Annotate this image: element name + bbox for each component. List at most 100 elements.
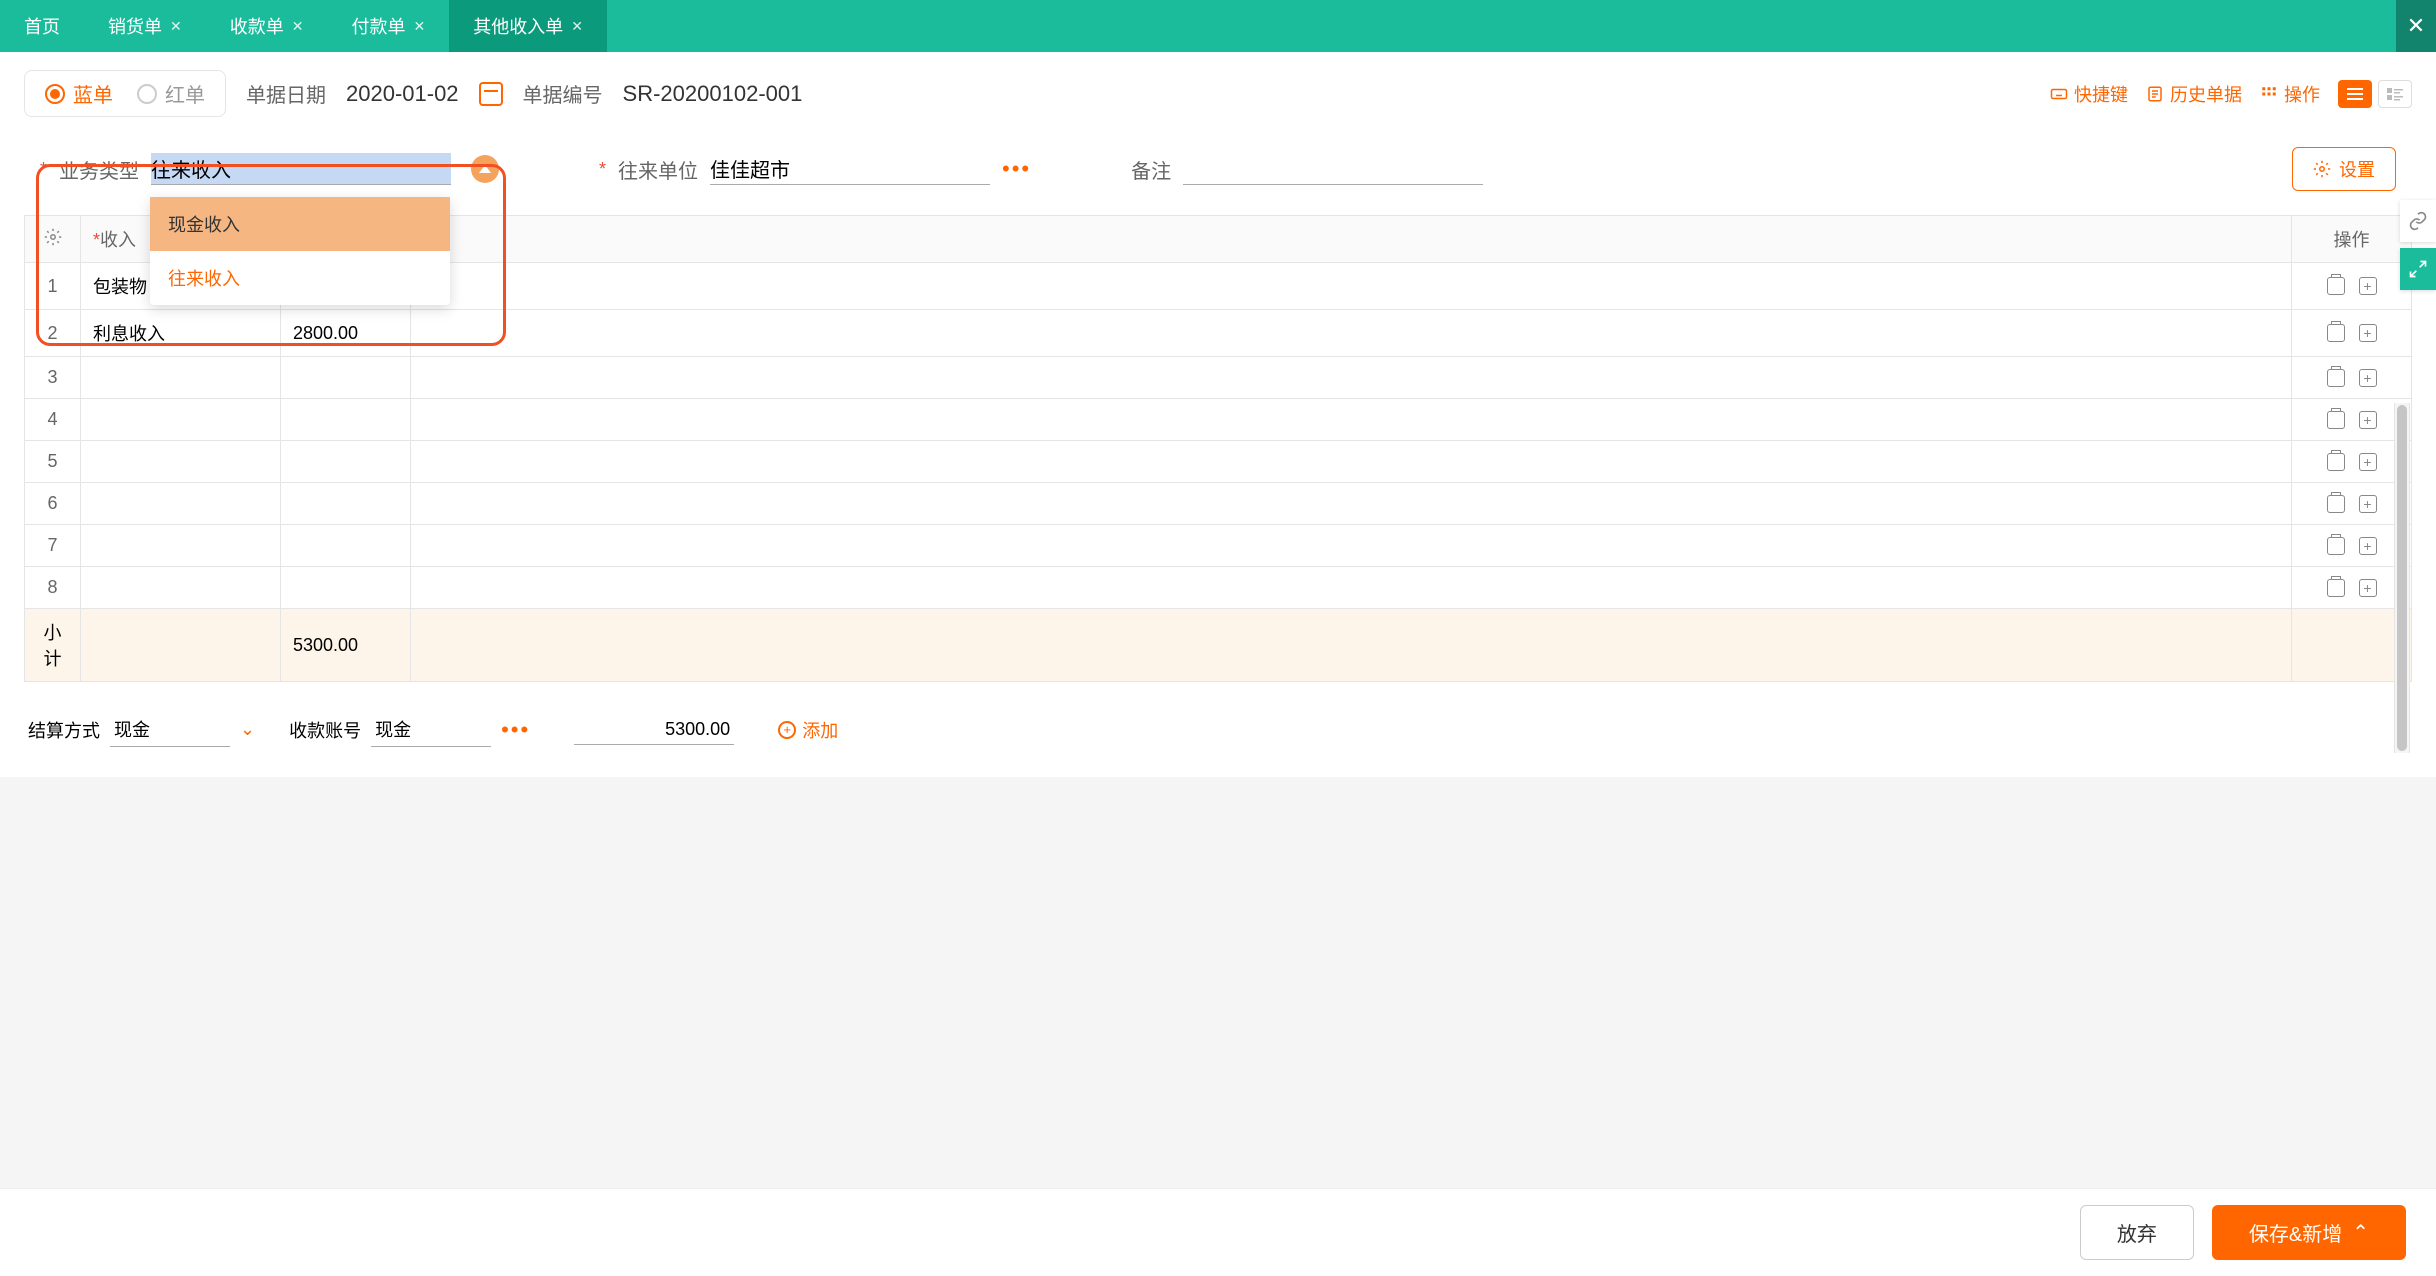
table-row[interactable]: 7 <box>25 525 2412 567</box>
tab-payment[interactable]: 付款单✕ <box>327 0 449 52</box>
code-label: 单据编号 <box>523 79 603 108</box>
close-icon[interactable]: ✕ <box>571 18 583 35</box>
save-button[interactable]: 保存&新增 ⌃ <box>2212 1205 2406 1260</box>
row-index: 6 <box>25 483 81 525</box>
delete-icon[interactable] <box>2327 453 2345 471</box>
delete-icon[interactable] <box>2327 324 2345 342</box>
row-index: 1 <box>25 263 81 310</box>
amount-cell[interactable] <box>281 483 411 525</box>
shortcut-link[interactable]: 快捷键 <box>2050 81 2128 107</box>
table-row[interactable]: 3 <box>25 357 2412 399</box>
remark-cell[interactable] <box>411 567 2292 609</box>
more-icon[interactable]: ••• <box>501 717 530 743</box>
remark-cell[interactable] <box>411 357 2292 399</box>
row-index: 5 <box>25 441 81 483</box>
delete-icon[interactable] <box>2327 411 2345 429</box>
view-list-button[interactable] <box>2338 80 2372 108</box>
method-select[interactable]: 现金 <box>110 712 230 747</box>
more-icon[interactable]: ••• <box>1002 156 1031 182</box>
tab-other-income[interactable]: 其他收入单✕ <box>449 0 607 52</box>
biz-type-input[interactable] <box>151 153 451 185</box>
add-row-icon[interactable] <box>2359 579 2377 597</box>
income-cell[interactable] <box>81 483 281 525</box>
add-row-icon[interactable] <box>2359 495 2377 513</box>
expand-tool-button[interactable] <box>2400 248 2436 290</box>
income-cell[interactable]: 利息收入 <box>81 310 281 357</box>
close-icon[interactable]: ✕ <box>413 18 425 35</box>
dropdown-option-cash[interactable]: 现金收入 <box>150 197 450 251</box>
gear-header[interactable] <box>25 216 81 263</box>
account-select[interactable]: 现金 <box>371 712 491 747</box>
tab-home[interactable]: 首页 <box>0 0 84 52</box>
remark-input[interactable] <box>1183 153 1483 185</box>
link-tool-button[interactable] <box>2400 200 2436 242</box>
add-row-icon[interactable] <box>2359 411 2377 429</box>
table-row[interactable]: 5 <box>25 441 2412 483</box>
remark-cell[interactable] <box>411 263 2292 310</box>
chevron-up-icon[interactable] <box>471 155 499 183</box>
add-row-icon[interactable] <box>2359 277 2377 295</box>
delete-icon[interactable] <box>2327 277 2345 295</box>
grid-icon <box>2260 85 2278 103</box>
table-row[interactable]: 2 利息收入 2800.00 <box>25 310 2412 357</box>
ops-link[interactable]: 操作 <box>2260 81 2320 107</box>
account-label: 收款账号 <box>289 717 361 743</box>
delete-icon[interactable] <box>2327 537 2345 555</box>
amount-cell[interactable] <box>281 441 411 483</box>
date-value[interactable]: 2020-01-02 <box>346 81 459 107</box>
row-ops <box>2292 263 2412 310</box>
calendar-icon[interactable] <box>479 82 503 106</box>
amount-cell[interactable] <box>281 399 411 441</box>
table-row[interactable]: 6 <box>25 483 2412 525</box>
chevron-down-icon[interactable]: ⌄ <box>240 719 255 740</box>
side-tools <box>2400 200 2436 290</box>
delete-icon[interactable] <box>2327 579 2345 597</box>
tab-receipt[interactable]: 收款单✕ <box>206 0 328 52</box>
delete-icon[interactable] <box>2327 369 2345 387</box>
table-row[interactable]: 4 <box>25 399 2412 441</box>
remark-field: 备注 <box>1131 153 1483 185</box>
add-row-icon[interactable] <box>2359 324 2377 342</box>
add-payment-button[interactable]: + 添加 <box>778 717 838 743</box>
partner-input[interactable] <box>710 153 990 185</box>
amount-cell[interactable]: 2800.00 <box>281 310 411 357</box>
radio-red[interactable]: 红单 <box>137 79 205 108</box>
amount-cell[interactable] <box>281 357 411 399</box>
add-row-icon[interactable] <box>2359 453 2377 471</box>
income-cell[interactable] <box>81 399 281 441</box>
delete-icon[interactable] <box>2327 495 2345 513</box>
income-cell[interactable] <box>81 357 281 399</box>
remark-cell[interactable] <box>411 483 2292 525</box>
biz-type-dropdown: 现金收入 往来收入 <box>150 197 450 305</box>
subtotal-row: 小计 5300.00 <box>25 609 2412 682</box>
income-cell[interactable] <box>81 441 281 483</box>
settings-button[interactable]: 设置 <box>2292 147 2396 191</box>
add-row-icon[interactable] <box>2359 369 2377 387</box>
dropdown-option-partner[interactable]: 往来收入 <box>150 251 450 305</box>
col-ops: 操作 <box>2292 216 2412 263</box>
income-cell[interactable] <box>81 525 281 567</box>
account-field: 收款账号 现金 ••• <box>289 712 530 747</box>
history-link[interactable]: 历史单据 <box>2146 81 2242 107</box>
payment-amount-input[interactable] <box>574 715 734 745</box>
tab-sales[interactable]: 销货单✕ <box>84 0 206 52</box>
tabbar-close-button[interactable]: ✕ <box>2396 0 2436 52</box>
remark-cell[interactable] <box>411 310 2292 357</box>
cancel-button[interactable]: 放弃 <box>2080 1205 2194 1260</box>
table-row[interactable]: 8 <box>25 567 2412 609</box>
scrollbar[interactable] <box>2394 403 2410 753</box>
close-icon[interactable]: ✕ <box>170 18 182 35</box>
amount-cell[interactable] <box>281 525 411 567</box>
radio-blue[interactable]: 蓝单 <box>45 79 113 108</box>
row-index: 2 <box>25 310 81 357</box>
amount-cell[interactable] <box>281 567 411 609</box>
add-row-icon[interactable] <box>2359 537 2377 555</box>
remark-cell[interactable] <box>411 525 2292 567</box>
income-cell[interactable] <box>81 567 281 609</box>
gear-icon <box>2313 160 2331 178</box>
view-card-button[interactable] <box>2378 80 2412 108</box>
remark-cell[interactable] <box>411 441 2292 483</box>
row-ops <box>2292 357 2412 399</box>
remark-cell[interactable] <box>411 399 2292 441</box>
close-icon[interactable]: ✕ <box>292 18 304 35</box>
